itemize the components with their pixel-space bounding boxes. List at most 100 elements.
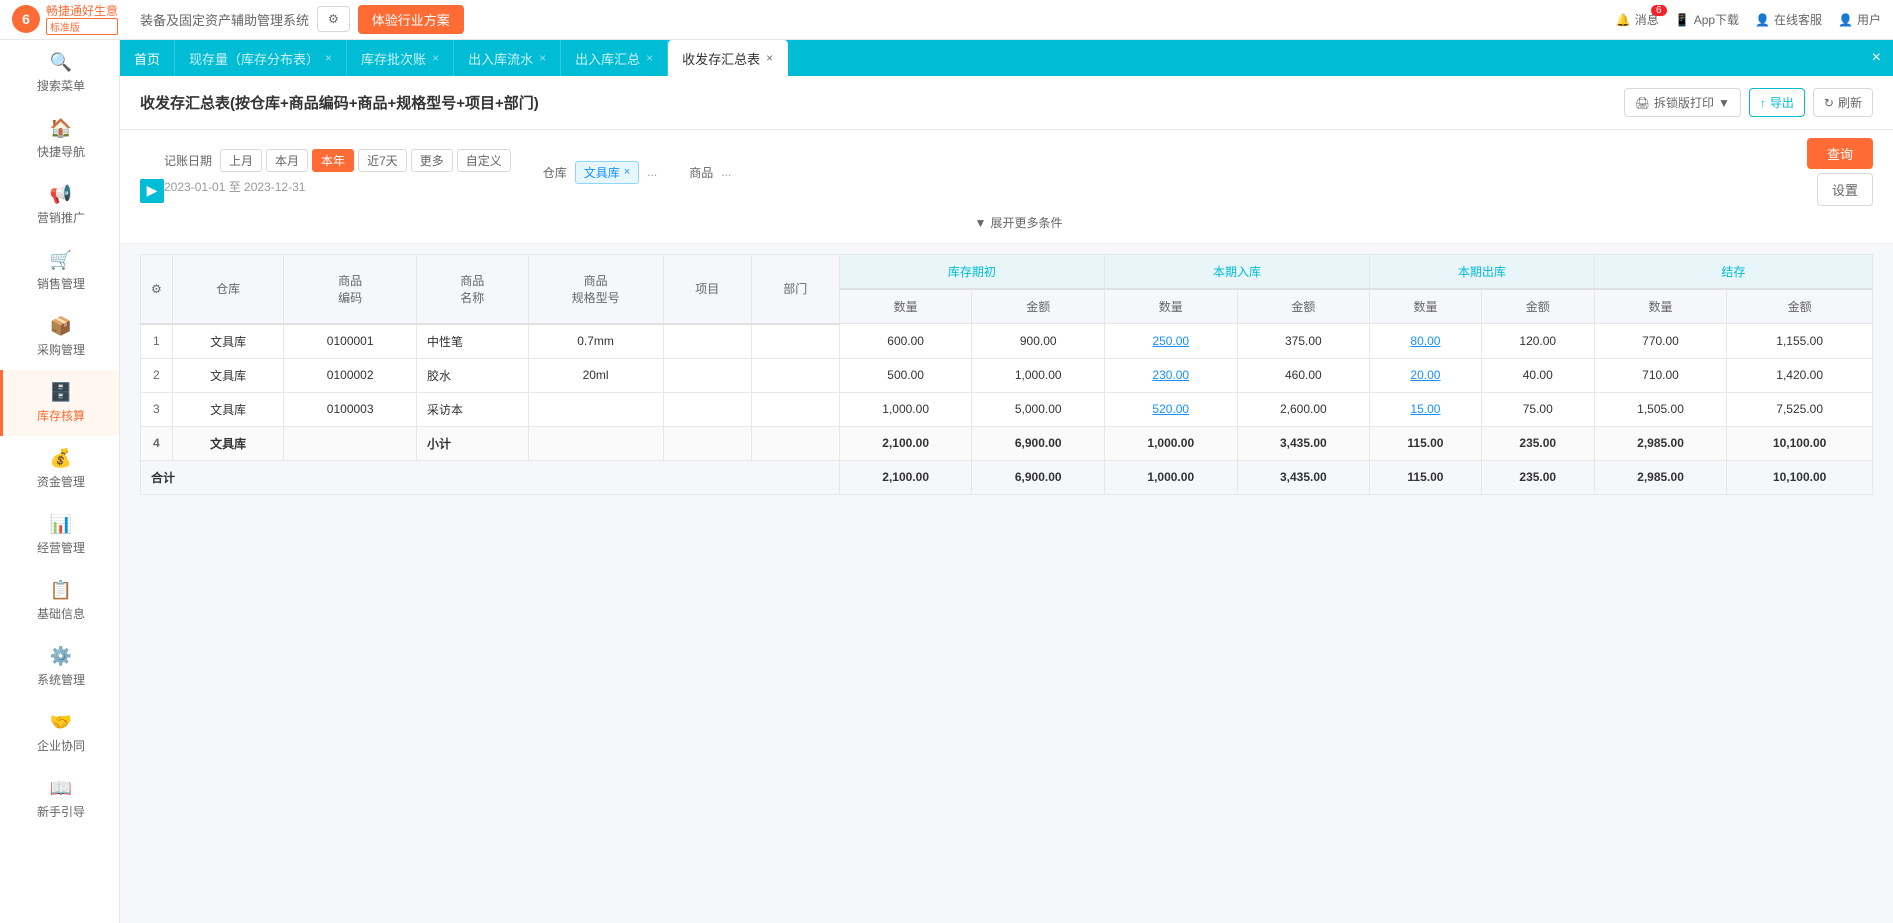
warehouse-more[interactable]: ...: [647, 165, 657, 179]
goods-more[interactable]: ...: [721, 165, 731, 179]
purchase-icon: 📦: [50, 316, 72, 337]
basic-icon: 📋: [50, 580, 72, 601]
print-button[interactable]: 🖨 拆锁版打印 ▼: [1624, 88, 1741, 117]
total-out-qty: 115.00: [1370, 460, 1482, 494]
export-button[interactable]: ↑ 导出: [1749, 88, 1805, 117]
date-btn-7days[interactable]: 近7天: [358, 149, 407, 172]
total-label: 合计: [141, 460, 840, 494]
total-row: 合计 2,100.00 6,900.00 1,000.00 3,435.00 1…: [141, 460, 1873, 494]
refresh-button[interactable]: ↻ 刷新: [1813, 88, 1873, 117]
tab-label: 出入库流水: [468, 49, 533, 68]
print-icon: 🖨: [1635, 96, 1650, 110]
tab-close-icon[interactable]: ×: [766, 51, 773, 65]
user-icon: 👤: [1838, 13, 1853, 27]
current-in-header: 本期入库: [1104, 255, 1369, 290]
warehouse-col-header: 仓库: [172, 255, 284, 324]
sidebar-item-label: 系统管理: [37, 671, 85, 688]
settings-col-header[interactable]: ⚙: [141, 255, 173, 324]
tab-label: 首页: [134, 49, 160, 68]
search-icon: 🔍: [50, 52, 72, 73]
sidebar-item-label: 资金管理: [37, 473, 85, 490]
tab-close-icon[interactable]: ×: [539, 51, 546, 65]
sidebar-item-guide[interactable]: 📖 新手引导: [0, 766, 119, 832]
top-bar-left: 6 畅捷通好生意 标准版 装备及固定资产辅助管理系统 ⚙ 体验行业方案: [12, 4, 464, 35]
sidebar-item-purchase[interactable]: 📦 采购管理: [0, 304, 119, 370]
tab-bar-close-button[interactable]: ×: [1860, 49, 1893, 67]
table-row: 1文具库0100001中性笔0.7mm600.00900.00250.00375…: [141, 324, 1873, 359]
table-container: ⚙ 仓库 商品编码 商品名称 商品规格型号 项目 部门 库存期初 本期入库 本期…: [120, 244, 1893, 923]
inventory-icon: 🗄️: [50, 382, 72, 403]
goods-code-col-header: 商品编码: [284, 255, 417, 324]
date-btn-last-month[interactable]: 上月: [220, 149, 262, 172]
opening-stock-header: 库存期初: [839, 255, 1104, 290]
sidebar-item-label: 快捷导航: [37, 143, 85, 160]
out-qty-header: 数量: [1370, 289, 1482, 324]
filter-line1: 记账日期 上月 本月 本年 近7天 更多 自定义: [164, 138, 1873, 206]
online-service-item[interactable]: 👤 在线客服: [1755, 11, 1822, 28]
settings-small-button[interactable]: 设置: [1817, 173, 1873, 206]
tab-inout-summary[interactable]: 出入库汇总 ×: [561, 40, 668, 76]
enterprise-icon: 🤝: [50, 712, 72, 733]
bal-amt-header: 金额: [1727, 289, 1873, 324]
filter-line2: ▼ 展开更多条件: [164, 210, 1873, 243]
tab-close-icon[interactable]: ×: [646, 51, 653, 65]
warehouse-tag-close-icon[interactable]: ×: [624, 166, 630, 178]
tab-close-icon[interactable]: ×: [325, 51, 332, 65]
tab-label: 收发存汇总表: [682, 49, 760, 68]
sidebar-item-system[interactable]: ⚙️ 系统管理: [0, 634, 119, 700]
tab-close-icon[interactable]: ×: [432, 51, 439, 65]
tab-stock-dist[interactable]: 现存量（库存分布表） ×: [175, 40, 347, 76]
sidebar-item-quick[interactable]: 🏠 快捷导航: [0, 106, 119, 172]
top-bar: 6 畅捷通好生意 标准版 装备及固定资产辅助管理系统 ⚙ 体验行业方案 🔔 消息…: [0, 0, 1893, 40]
sidebar-item-sales[interactable]: 🛒 销售管理: [0, 238, 119, 304]
sidebar-item-label: 基础信息: [37, 605, 85, 622]
marketing-icon: 📢: [50, 184, 72, 205]
warehouse-section: 仓库 文具库 × ...: [543, 161, 657, 184]
notification-item[interactable]: 🔔 消息 6: [1616, 11, 1659, 28]
main-layout: 🔍 搜索菜单 🏠 快捷导航 📢 营销推广 🛒 销售管理 📦 采购管理 🗄️ 库存…: [0, 40, 1893, 923]
query-button[interactable]: 查询: [1807, 138, 1873, 169]
data-table: ⚙ 仓库 商品编码 商品名称 商品规格型号 项目 部门 库存期初 本期入库 本期…: [140, 254, 1873, 495]
sidebar-item-business[interactable]: 📊 经营管理: [0, 502, 119, 568]
app-download-item[interactable]: 📱 App下载: [1675, 11, 1739, 28]
date-btn-this-month[interactable]: 本月: [266, 149, 308, 172]
project-col-header: 项目: [663, 255, 751, 324]
export-icon: ↑: [1760, 96, 1766, 110]
warehouse-tag: 文具库 ×: [575, 161, 639, 184]
date-btn-more[interactable]: 更多: [411, 149, 453, 172]
total-bal-amt: 10,100.00: [1727, 460, 1873, 494]
total-open-amt: 6,900.00: [972, 460, 1105, 494]
sidebar-item-search[interactable]: 🔍 搜索菜单: [0, 40, 119, 106]
mobile-icon: 📱: [1675, 13, 1690, 27]
bell-icon: 🔔: [1616, 13, 1631, 27]
sidebar-item-finance[interactable]: 💰 资金管理: [0, 436, 119, 502]
bal-qty-header: 数量: [1594, 289, 1727, 324]
experience-button[interactable]: 体验行业方案: [358, 5, 464, 34]
user-item[interactable]: 👤 用户: [1838, 11, 1881, 28]
tab-bar: 首页 现存量（库存分布表） × 库存批次账 × 出入库流水 × 出入库汇总 × …: [120, 40, 1893, 76]
filter-content: 记账日期 上月 本月 本年 近7天 更多 自定义: [164, 138, 1873, 243]
tab-recv-send-summary[interactable]: 收发存汇总表 ×: [668, 40, 788, 76]
tab-batch[interactable]: 库存批次账 ×: [347, 40, 454, 76]
sales-icon: 🛒: [50, 250, 72, 271]
sidebar-item-marketing[interactable]: 📢 营销推广: [0, 172, 119, 238]
tab-label: 库存批次账: [361, 49, 426, 68]
department-col-header: 部门: [751, 255, 839, 324]
settings-button[interactable]: ⚙: [317, 6, 350, 32]
expand-conditions-button[interactable]: ▼ 展开更多条件: [975, 210, 1063, 235]
filter-toggle-button[interactable]: ▶: [140, 179, 164, 203]
in-amt-header: 金额: [1237, 289, 1370, 324]
date-btn-custom[interactable]: 自定义: [457, 149, 511, 172]
sidebar-item-label: 经营管理: [37, 539, 85, 556]
sidebar-item-label: 销售管理: [37, 275, 85, 292]
sidebar-item-label: 库存核算: [37, 407, 85, 424]
sidebar-item-basic[interactable]: 📋 基础信息: [0, 568, 119, 634]
sidebar-item-inventory[interactable]: 🗄️ 库存核算: [0, 370, 119, 436]
tab-home[interactable]: 首页: [120, 40, 175, 76]
tab-inout-flow[interactable]: 出入库流水 ×: [454, 40, 561, 76]
goods-label: 商品: [689, 164, 713, 181]
sidebar-item-enterprise[interactable]: 🤝 企业协同: [0, 700, 119, 766]
system-title: 装备及固定资产辅助管理系统: [140, 10, 309, 29]
warehouse-label: 仓库: [543, 164, 567, 181]
date-btn-this-year[interactable]: 本年: [312, 149, 354, 172]
